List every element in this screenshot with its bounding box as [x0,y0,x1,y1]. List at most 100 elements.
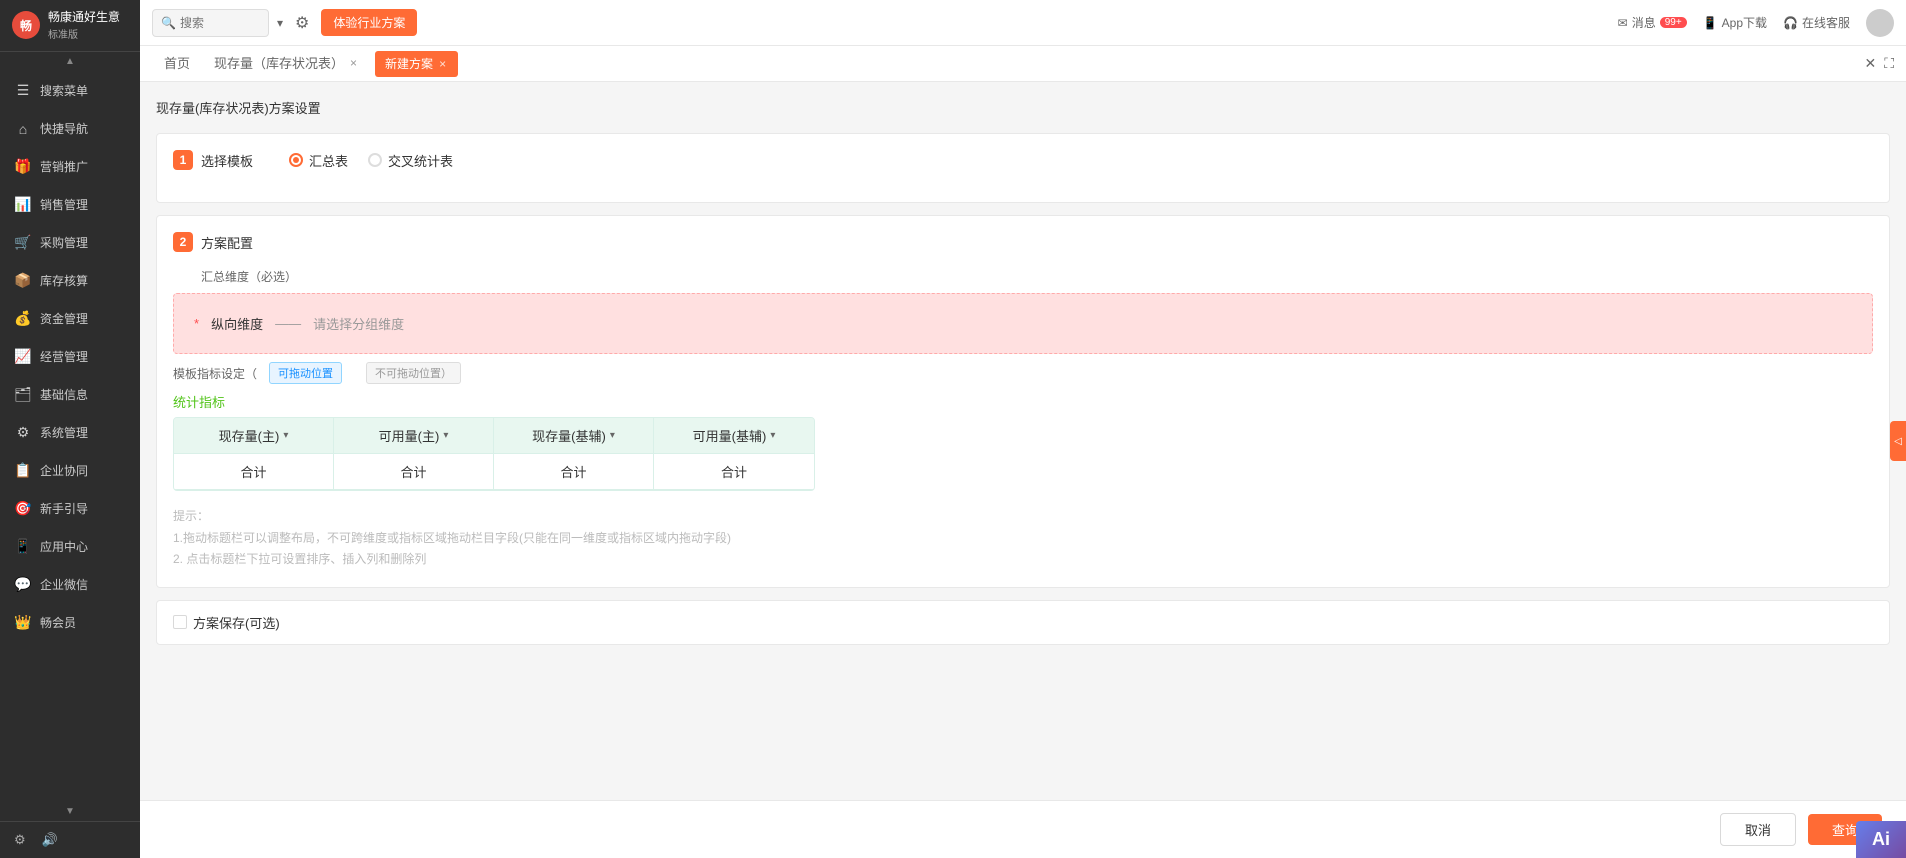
topbar: 🔍 ▾ ⚙ 体验行业方案 ✉ 消息 99+ 📱 App下载 🎧 在线客服 [140,0,1906,46]
radio-summary-label: 汇总表 [309,151,348,170]
sidebar-item-label: 库存核算 [40,272,88,289]
operations-icon: 📈 [14,348,32,366]
user-avatar[interactable] [1866,9,1894,37]
sidebar-logo: 畅 畅康通好生意 标准版 [0,0,140,52]
tab-new-plan-close-icon[interactable]: × [437,55,448,73]
right-collapse-button[interactable]: ◁ [1890,421,1906,461]
dimension-selection-box[interactable]: * 纵向维度 —— 请选择分组维度 [173,293,1873,354]
sidebar-item-newbie[interactable]: 🎯 新手引导 [0,490,140,528]
sidebar-item-label: 应用中心 [40,538,88,555]
stats-col-header-3[interactable]: 可用量(基辅) ▾ [654,418,814,454]
section-config: 2 方案配置 汇总维度（必选） * 纵向维度 —— 请选择分组维度 模板指标设定… [156,215,1890,588]
stats-col-cell-2: 合计 [494,454,653,489]
main-area: 🔍 ▾ ⚙ 体验行业方案 ✉ 消息 99+ 📱 App下载 🎧 在线客服 [140,0,1906,858]
stats-col-header-2[interactable]: 现存量(基辅) ▾ [494,418,653,454]
sidebar-item-label: 营销推广 [40,158,88,175]
tab-new-plan[interactable]: 新建方案 × [375,51,458,77]
sidebar-item-finance[interactable]: 💰 资金管理 [0,300,140,338]
sidebar-item-basic-info[interactable]: 🗂 基础信息 [0,376,140,414]
sidebar-item-quick-nav[interactable]: ⌂ 快捷导航 [0,110,140,148]
window-expand-icon[interactable]: ⛶ [1884,55,1894,72]
messages-button[interactable]: ✉ 消息 99+ [1618,14,1687,31]
section2-num: 2 [173,232,193,252]
search-icon: 🔍 [161,16,176,30]
online-service-button[interactable]: 🎧 在线客服 [1783,14,1850,31]
col-chevron-0[interactable]: ▾ [283,430,288,441]
cancel-button[interactable]: 取消 [1720,813,1796,846]
stats-section-title: 统计指标 [173,392,1873,411]
app-center-icon: 📱 [14,538,32,556]
col-chevron-2[interactable]: ▾ [610,430,615,441]
sidebar-item-enterprise[interactable]: 📋 企业协同 [0,452,140,490]
member-icon: 👑 [14,614,32,632]
sidebar-item-search-menu[interactable]: ☰ 搜索菜单 [0,72,140,110]
stats-col-1: 可用量(主) ▾ 合计 [334,418,494,489]
tab-home[interactable]: 首页 [152,46,202,82]
dimension-dash: —— [275,316,301,331]
sidebar-item-marketing[interactable]: 🎁 营销推广 [0,148,140,186]
stats-col-cell-1: 合计 [334,454,493,489]
sidebar-item-label: 经营管理 [40,348,88,365]
sidebar-item-label: 企业微信 [40,576,88,593]
radio-summary[interactable]: 汇总表 [289,151,348,170]
required-mark: * [194,316,199,331]
sidebar-menu: ☰ 搜索菜单 ⌂ 快捷导航 🎁 营销推广 📊 销售管理 🛒 采购管理 📦 库存核… [0,72,140,801]
trial-industry-button[interactable]: 体验行业方案 [321,9,417,36]
save-checkbox-row: 方案保存(可选) [173,613,1873,632]
message-icon: ✉ [1618,16,1628,30]
marketing-icon: 🎁 [14,158,32,176]
stats-col-0: 现存量(主) ▾ 合计 [174,418,334,489]
draggable-badge: 可拖动位置 [269,362,342,384]
hint-label: 提示： [173,506,1873,528]
tab-inventory-status-close-icon[interactable]: × [348,54,359,72]
sidebar-item-operations[interactable]: 📈 经营管理 [0,338,140,376]
sidebar-scroll-up[interactable]: ▲ [0,52,140,72]
stats-col-header-0[interactable]: 现存量(主) ▾ [174,418,333,454]
save-checkbox[interactable] [173,615,187,629]
phone-icon: 📱 [1703,16,1718,30]
col-header-label-1: 可用量(主) [379,426,440,445]
sidebar-item-label: 系统管理 [40,424,88,441]
topbar-dropdown[interactable]: ▾ [277,16,283,30]
save-option-section: 方案保存(可选) [156,600,1890,645]
indicator-setting-label: 模板指标设定（ [173,365,257,382]
section1-title: 选择模板 [201,151,253,170]
sidebar-item-label: 新手引导 [40,500,88,517]
col-chevron-3[interactable]: ▾ [770,430,775,441]
tab-inventory-status[interactable]: 现存量（库存状况表） × [202,46,371,82]
save-checkbox-label: 方案保存(可选) [193,613,280,632]
search-input[interactable] [180,16,260,30]
app-download-button[interactable]: 📱 App下载 [1703,14,1767,31]
page-title: 现存量(库存状况表)方案设置 [156,98,1890,117]
dimension-placeholder: 请选择分组维度 [313,314,404,333]
sidebar-item-label: 搜索菜单 [40,82,88,99]
sidebar-settings-icon[interactable]: ⚙ [14,832,26,848]
sidebar-item-sales[interactable]: 📊 销售管理 [0,186,140,224]
col-header-label-0: 现存量(主) [219,426,280,445]
inventory-icon: 📦 [14,272,32,290]
finance-icon: 💰 [14,310,32,328]
topbar-search-box[interactable]: 🔍 [152,9,269,37]
sidebar-item-system[interactable]: ⚙ 系统管理 [0,414,140,452]
window-controls: ✕ ⛶ [1864,55,1894,72]
col-chevron-1[interactable]: ▾ [443,430,448,441]
sidebar-item-member[interactable]: 👑 畅会员 [0,604,140,642]
sidebar-item-app-center[interactable]: 📱 应用中心 [0,528,140,566]
topbar-settings-icon[interactable]: ⚙ [295,13,309,33]
stats-col-header-1[interactable]: 可用量(主) ▾ [334,418,493,454]
indicator-label-row: 模板指标设定（ 可拖动位置 不可拖动位置） [173,362,1873,384]
section2-title: 方案配置 [201,233,253,252]
sidebar-item-purchase[interactable]: 🛒 采购管理 [0,224,140,262]
tab-inventory-status-label: 现存量（库存状况表） [214,53,344,72]
online-service-label: 在线客服 [1802,14,1850,31]
radio-cross[interactable]: 交叉统计表 [368,151,453,170]
headset-icon: 🎧 [1783,16,1798,30]
sidebar-speaker-icon[interactable]: 🔊 [42,832,58,848]
ai-badge[interactable]: Ai [1856,821,1906,858]
sidebar-scroll-down[interactable]: ▼ [0,801,140,821]
window-close-icon[interactable]: ✕ [1864,55,1876,72]
sidebar-item-enterprise-wx[interactable]: 💬 企业微信 [0,566,140,604]
sidebar-item-label: 资金管理 [40,310,88,327]
sidebar-item-inventory[interactable]: 📦 库存核算 [0,262,140,300]
stats-col-2: 现存量(基辅) ▾ 合计 [494,418,654,489]
